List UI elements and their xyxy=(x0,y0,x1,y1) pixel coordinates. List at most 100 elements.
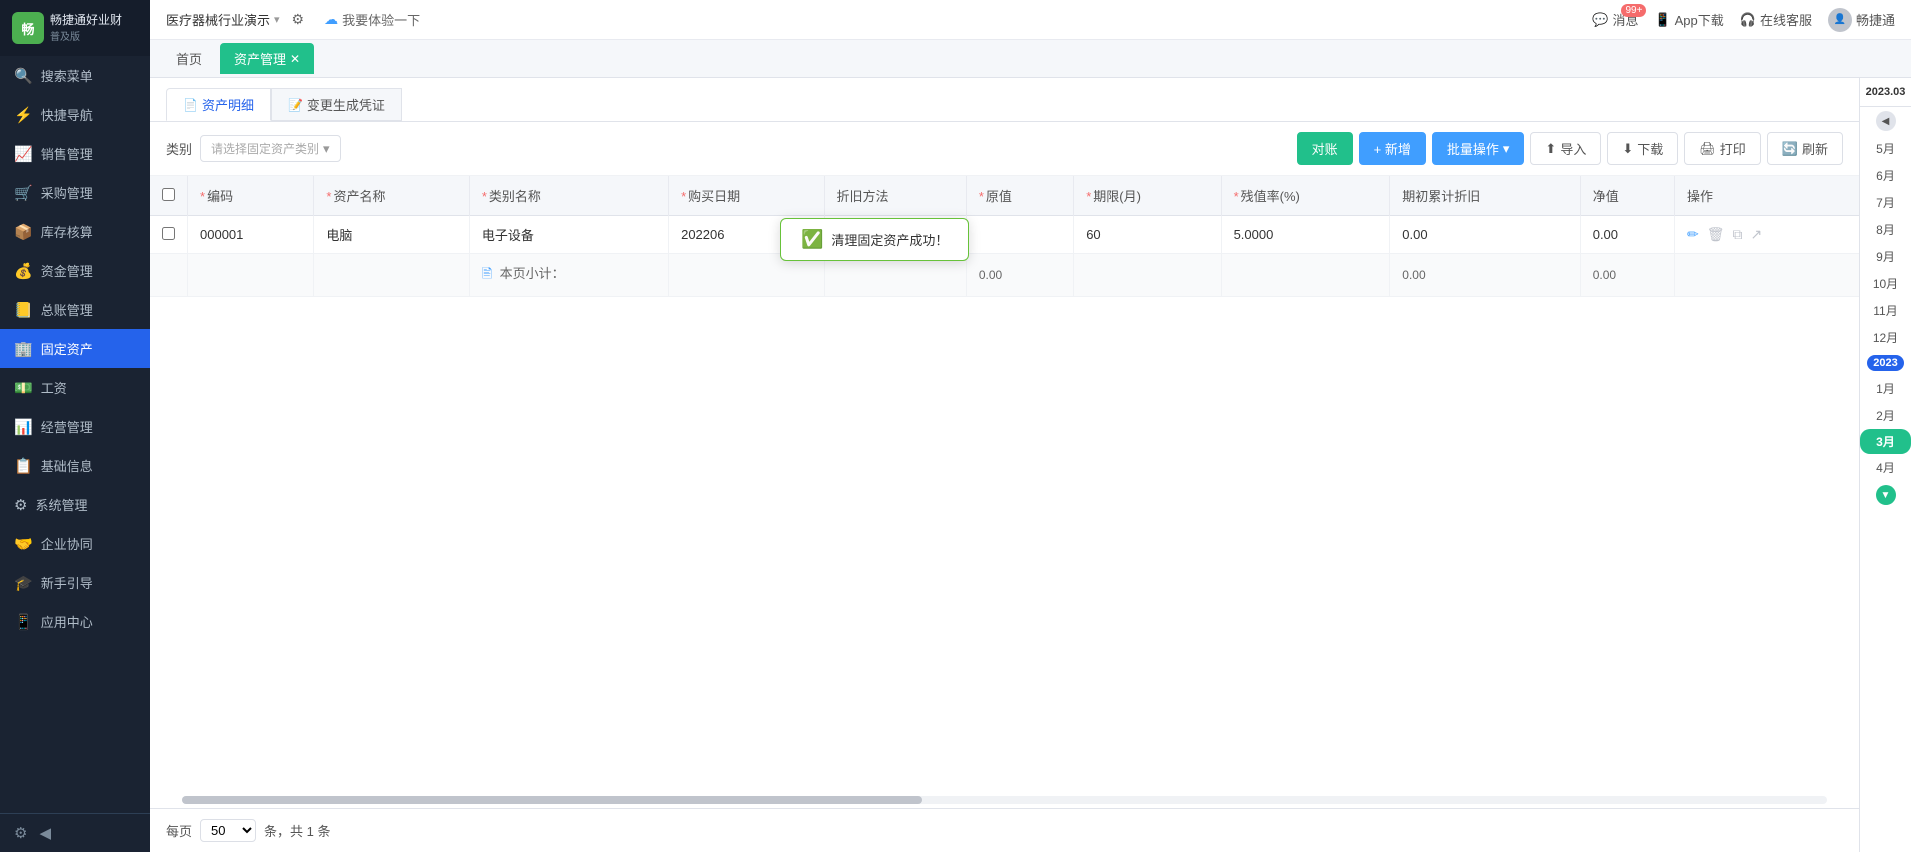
tab-close-icon[interactable]: ✕ xyxy=(290,52,300,66)
batch-ops-button[interactable]: 批量操作 ▾ xyxy=(1432,132,1525,165)
sidebar-nav: 🔍 搜索菜单 ⚡ 快捷导航 📈 销售管理 🛒 采购管理 📦 库存核算 💰 资金管… xyxy=(0,56,150,813)
row-accumulated-depreciation: 0.00 xyxy=(1390,216,1580,254)
timeline-month-6[interactable]: 6月 xyxy=(1860,162,1911,189)
sub-tab-asset-detail[interactable]: 📄 资产明细 xyxy=(166,88,271,121)
sidebar-item-finance[interactable]: 💰 资金管理 xyxy=(0,251,150,290)
cloud-icon: ☁ xyxy=(324,11,338,28)
timeline-collapse-btn[interactable]: ◀ xyxy=(1876,111,1896,131)
fixed-assets-icon: 🏢 xyxy=(14,340,33,358)
settings-bottom-icon[interactable]: ⚙ xyxy=(14,824,27,842)
per-page-label: 每页 xyxy=(166,821,192,840)
sidebar-item-enterprise[interactable]: 🤝 企业协同 xyxy=(0,524,150,563)
sidebar-item-ledger[interactable]: 📒 总账管理 xyxy=(0,290,150,329)
sidebar-item-system[interactable]: ⚙ 系统管理 xyxy=(0,485,150,524)
sidebar-bottom: ⚙ ◀ xyxy=(0,813,150,852)
per-page-select[interactable]: 50 10 20 100 xyxy=(200,819,256,842)
timeline-month-1[interactable]: 1月 xyxy=(1860,375,1911,402)
copy-icon[interactable]: ⧉ xyxy=(1733,226,1743,243)
timeline-month-5[interactable]: 5月 xyxy=(1860,135,1911,162)
tabbar: 首页 资产管理 ✕ xyxy=(150,40,1911,78)
timeline-month-2[interactable]: 2月 xyxy=(1860,402,1911,429)
service-icon: 🎧 xyxy=(1740,12,1756,28)
sidebar-item-fixed-assets[interactable]: 🏢 固定资产 xyxy=(0,329,150,368)
subtotal-accumulated: 0.00 xyxy=(1390,254,1580,297)
subtotal-row: 🖹 本页小计： 0.00 0.00 0.00 xyxy=(150,254,1859,297)
sidebar-item-basic-info[interactable]: 📋 基础信息 xyxy=(0,446,150,485)
company-title: 医疗器械行业演示 ▾ xyxy=(166,10,280,29)
print-button[interactable]: 🖨 打印 xyxy=(1684,132,1761,165)
user-menu[interactable]: 👤 畅捷通 xyxy=(1828,8,1895,32)
sidebar-item-inventory[interactable]: 📦 库存核算 xyxy=(0,212,150,251)
asset-table-container: *编码 *资产名称 *类别名称 *购买日期 折旧方法 *原值 *期限(月) *残… xyxy=(150,176,1859,792)
timeline-month-3[interactable]: 3月 xyxy=(1860,429,1911,454)
tab-home[interactable]: 首页 xyxy=(162,43,216,74)
timeline-month-10[interactable]: 10月 xyxy=(1860,270,1911,297)
category-label: 类别 xyxy=(166,139,192,158)
col-accumulated-depreciation: 期初累计折旧 xyxy=(1390,176,1580,216)
select-all-checkbox[interactable] xyxy=(162,188,175,201)
timeline-month-9[interactable]: 9月 xyxy=(1860,243,1911,270)
app-download-btn[interactable]: 📱 App下载 xyxy=(1654,10,1723,29)
timeline-month-12[interactable]: 12月 xyxy=(1860,324,1911,351)
sidebar-item-quick-nav[interactable]: ⚡ 快捷导航 xyxy=(0,95,150,134)
asset-detail-icon: 📄 xyxy=(183,98,198,112)
edit-icon[interactable]: ✏ xyxy=(1687,226,1699,243)
ledger-icon: 📒 xyxy=(14,301,33,319)
category-type-select[interactable]: 请选择固定资产类别 ▾ xyxy=(200,135,341,162)
sidebar-item-purchase[interactable]: 🛒 采购管理 xyxy=(0,173,150,212)
sidebar-item-apps[interactable]: 📱 应用中心 xyxy=(0,602,150,641)
apps-icon: 📱 xyxy=(14,613,33,631)
row-actions: ✏ 🗑 ⧉ ↗ xyxy=(1675,216,1859,254)
row-period: 60 xyxy=(1074,216,1221,254)
tab-asset-management[interactable]: 资产管理 ✕ xyxy=(220,43,314,74)
dropdown-icon: ▾ xyxy=(323,141,330,157)
sidebar-item-guide[interactable]: 🎓 新手引导 xyxy=(0,563,150,602)
import-button[interactable]: ⬆ 导入 xyxy=(1530,132,1601,165)
online-service-btn[interactable]: 🎧 在线客服 xyxy=(1740,10,1812,29)
topbar-gear-icon[interactable]: ⚙ xyxy=(292,11,305,28)
row-category: 电子设备 xyxy=(469,216,668,254)
collapse-icon[interactable]: ◀ xyxy=(39,824,51,842)
timeline-year-2023: 2023 xyxy=(1867,355,1903,371)
finance-icon: 💰 xyxy=(14,262,33,280)
timeline-down-btn[interactable]: ▼ xyxy=(1876,485,1896,505)
sidebar-item-sales[interactable]: 📈 销售管理 xyxy=(0,134,150,173)
sub-tab-change-voucher[interactable]: 📝 变更生成凭证 xyxy=(271,88,402,121)
refresh-icon: 🔄 xyxy=(1782,141,1798,157)
experience-label: ☁ 我要体验一下 xyxy=(324,10,420,29)
sidebar-item-search[interactable]: 🔍 搜索菜单 xyxy=(0,56,150,95)
row-original-value xyxy=(966,216,1073,254)
timeline-month-8[interactable]: 8月 xyxy=(1860,216,1911,243)
timeline-month-7[interactable]: 7月 xyxy=(1860,189,1911,216)
row-code: 000001 xyxy=(188,216,314,254)
delete-icon[interactable]: 🗑 xyxy=(1707,226,1725,243)
subtotal-label: 本页小计： xyxy=(500,266,565,281)
download-button[interactable]: ⬇ 下载 xyxy=(1607,132,1678,165)
message-badge[interactable]: 💬 消息 99+ xyxy=(1592,10,1638,29)
more-icon[interactable]: ↗ xyxy=(1751,226,1763,243)
sidebar: 畅 畅捷通好业财 普及版 🔍 搜索菜单 ⚡ 快捷导航 📈 销售管理 🛒 采购管理… xyxy=(0,0,150,852)
sidebar-item-business[interactable]: 📊 经营管理 xyxy=(0,407,150,446)
avatar: 👤 xyxy=(1828,8,1852,32)
row-checkbox-cell xyxy=(150,216,188,254)
company-dropdown-icon[interactable]: ▾ xyxy=(274,13,280,26)
filter-area: 类别 请选择固定资产类别 ▾ xyxy=(166,135,341,162)
purchase-icon: 🛒 xyxy=(14,184,33,202)
table-row: 000001 电脑 电子设备 202206 年限平均 60 5.0000 0.0… xyxy=(150,216,1859,254)
row-checkbox[interactable] xyxy=(162,227,175,240)
success-toast: ✅ 清理固定资产成功！ xyxy=(780,218,969,261)
col-purchase-date: *购买日期 xyxy=(669,176,824,216)
reconcile-button[interactable]: 对账 xyxy=(1297,132,1353,165)
main-area: 医疗器械行业演示 ▾ ⚙ ☁ 我要体验一下 💬 消息 99+ 📱 App下载 🎧… xyxy=(150,0,1911,852)
timeline-month-4[interactable]: 4月 xyxy=(1860,454,1911,481)
new-button[interactable]: + 新增 xyxy=(1359,132,1426,165)
timeline-header: 2023.03 xyxy=(1860,78,1911,107)
import-icon: ⬆ xyxy=(1545,141,1556,157)
basic-info-icon: 📋 xyxy=(14,457,33,475)
refresh-button[interactable]: 🔄 刷新 xyxy=(1767,132,1843,165)
timeline-month-11[interactable]: 11月 xyxy=(1860,297,1911,324)
sidebar-item-payroll[interactable]: 💵 工资 xyxy=(0,368,150,407)
col-code: *编码 xyxy=(188,176,314,216)
download-icon: 📱 xyxy=(1654,12,1670,28)
message-icon: 💬 xyxy=(1592,12,1608,28)
